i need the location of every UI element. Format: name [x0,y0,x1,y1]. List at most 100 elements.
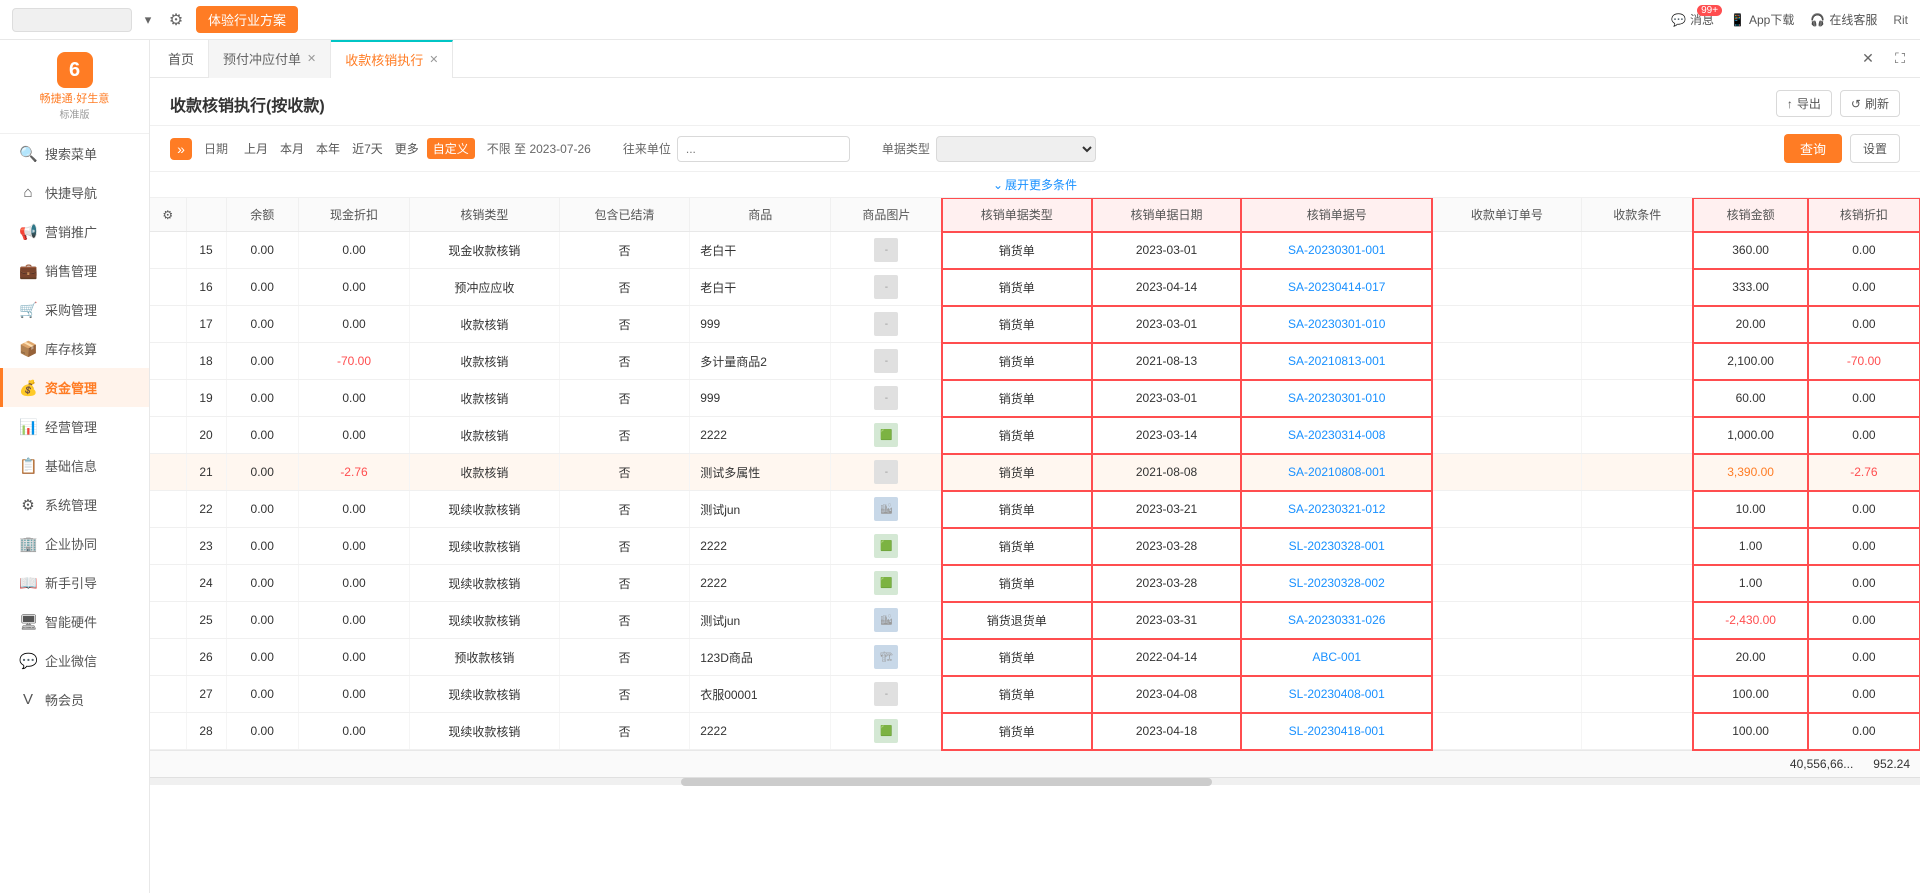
company-selector[interactable] [12,8,132,32]
table-row: 20 0.00 0.00 收款核销 否 2222 🟩 销货单 2023-03-1… [150,417,1920,454]
settings-icon[interactable]: ⚙ [164,8,188,32]
sidebar-item-quick-nav[interactable]: ⌂ 快捷导航 [0,173,149,212]
tab-collection-close[interactable]: ✕ [429,53,438,66]
sidebar-item-sales[interactable]: 💼 销售管理 [0,251,149,290]
td-voucher-no[interactable]: SA-20230321-012 [1241,491,1432,528]
industry-btn[interactable]: 体验行业方案 [196,6,298,33]
td-voucher-no[interactable]: SA-20210808-001 [1241,454,1432,491]
table-row: 22 0.00 0.00 现续收款核销 否 测试jun 🏙 销货单 2023-0… [150,491,1920,528]
td-goods-img: - [831,306,942,343]
voucher-no-link[interactable]: SA-20230301-001 [1288,243,1385,257]
voucher-no-link[interactable]: SA-20230321-012 [1288,502,1385,516]
sidebar-item-label: 经营管理 [45,417,97,436]
table-row: 15 0.00 0.00 现金收款核销 否 老白干 - 销货单 2023-03-… [150,232,1920,269]
query-btn[interactable]: 查询 [1784,134,1842,163]
date-range-text: 不限 至 2023-07-26 [487,140,591,157]
voucher-no-link[interactable]: SL-20230328-001 [1289,539,1385,553]
td-voucher-no[interactable]: SA-20230331-026 [1241,602,1432,639]
th-settings[interactable]: ⚙ [150,198,186,232]
td-settings [150,343,186,380]
sidebar-item-system[interactable]: ⚙ 系统管理 [0,485,149,524]
tab-prepay[interactable]: 预付冲应付单 ✕ [209,40,331,78]
tab-close-all-icon[interactable]: ✕ [1856,47,1880,71]
td-goods-img: 🏗 [831,639,942,676]
filter-bar: » 日期 上月 本月 本年 近7天 更多 自定义 不限 至 2023-07-26… [150,126,1920,172]
sidebar-item-hardware[interactable]: 🖥 智能硬件 [0,602,149,641]
voucher-no-link[interactable]: SL-20230418-001 [1289,724,1385,738]
user-info[interactable]: Rit [1893,13,1908,27]
table-container[interactable]: ⚙ 余额 现金折扣 核销类型 包含已结清 商品 商品图片 核销单据类型 核销单据… [150,198,1920,893]
td-writeoff-type: 现续收款核销 [410,565,560,602]
voucher-no-link[interactable]: SL-20230408-001 [1289,687,1385,701]
voucher-no-link[interactable]: SA-20210808-001 [1288,465,1385,479]
voucher-no-link[interactable]: SA-20230314-008 [1288,428,1385,442]
message-btn[interactable]: 💬 消息 99+ [1671,11,1714,28]
goods-img: 🏙 [874,497,898,521]
counterparty-input[interactable] [677,136,850,162]
voucher-no-link[interactable]: SA-20210813-001 [1288,354,1385,368]
date-last-month[interactable]: 上月 [240,138,272,159]
sidebar-item-purchase[interactable]: 🛒 采购管理 [0,290,149,329]
td-voucher-no[interactable]: SL-20230328-002 [1241,565,1432,602]
filter-expand-btn[interactable]: » [170,138,192,160]
refresh-btn[interactable]: ↺ 刷新 [1840,90,1900,117]
horizontal-scrollbar[interactable] [150,777,1920,785]
td-voucher-no[interactable]: SA-20230314-008 [1241,417,1432,454]
sidebar-item-inventory[interactable]: 📦 库存核算 [0,329,149,368]
sidebar-item-basic[interactable]: 📋 基础信息 [0,446,149,485]
tab-collection[interactable]: 收款核销执行 ✕ [331,40,453,78]
service-btn[interactable]: 🎧 在线客服 [1810,11,1877,28]
voucher-no-link[interactable]: ABC-001 [1312,650,1361,664]
sidebar-item-label: 系统管理 [45,495,97,514]
td-writeoff-type: 收款核销 [410,343,560,380]
setting-btn[interactable]: 设置 [1850,134,1900,163]
td-voucher-no[interactable]: SL-20230408-001 [1241,676,1432,713]
td-balance: 0.00 [226,306,298,343]
td-settings [150,306,186,343]
tab-prepay-close[interactable]: ✕ [307,52,316,65]
sidebar-item-business[interactable]: 📊 经营管理 [0,407,149,446]
th-goods: 商品 [690,198,831,232]
company-dropdown-icon[interactable]: ▾ [140,12,156,28]
sidebar-item-search[interactable]: 🔍 搜索菜单 [0,134,149,173]
td-voucher-no[interactable]: SL-20230328-001 [1241,528,1432,565]
td-voucher-no[interactable]: SA-20210813-001 [1241,343,1432,380]
td-balance: 0.00 [226,565,298,602]
scrollbar-thumb[interactable] [681,778,1212,786]
sidebar-item-wechat[interactable]: 💬 企业微信 [0,641,149,680]
date-custom[interactable]: 自定义 [427,138,475,159]
tab-home[interactable]: 首页 [154,40,209,78]
td-voucher-type: 销货退货单 [942,602,1092,639]
sidebar-item-marketing[interactable]: 📢 营销推广 [0,212,149,251]
sidebar-item-funds[interactable]: 💰 资金管理 [0,368,149,407]
date-this-month[interactable]: 本月 [276,138,308,159]
td-voucher-no[interactable]: SA-20230301-001 [1241,232,1432,269]
voucher-type-select[interactable] [936,136,1096,162]
voucher-no-link[interactable]: SA-20230301-010 [1288,391,1385,405]
writeoff-discount-total: 952.24 [1873,757,1910,771]
voucher-no-link[interactable]: SA-20230301-010 [1288,317,1385,331]
voucher-no-link[interactable]: SA-20230331-026 [1288,613,1385,627]
column-settings-icon[interactable]: ⚙ [162,208,173,222]
td-goods-img: 🟩 [831,713,942,750]
td-voucher-no[interactable]: SA-20230414-017 [1241,269,1432,306]
sidebar-item-enterprise[interactable]: 🏢 企业协同 [0,524,149,563]
export-btn[interactable]: ↑ 导出 [1776,90,1832,117]
td-voucher-no[interactable]: SL-20230418-001 [1241,713,1432,750]
td-include-settled: 否 [559,528,689,565]
td-voucher-no[interactable]: SA-20230301-010 [1241,306,1432,343]
td-voucher-no[interactable]: ABC-001 [1241,639,1432,676]
voucher-no-link[interactable]: SL-20230328-002 [1289,576,1385,590]
sidebar-item-member[interactable]: V 畅会员 [0,680,149,719]
tab-expand-icon[interactable]: ⛶ [1888,47,1912,71]
app-download-btn[interactable]: 📱 App下载 [1730,11,1794,28]
td-voucher-no[interactable]: SA-20230301-010 [1241,380,1432,417]
date-7days[interactable]: 近7天 [348,138,387,159]
td-writeoff-discount: 0.00 [1808,306,1919,343]
sidebar-item-guide[interactable]: 📖 新手引导 [0,563,149,602]
voucher-no-link[interactable]: SA-20230414-017 [1288,280,1385,294]
date-this-year[interactable]: 本年 [312,138,344,159]
date-more[interactable]: 更多 [391,138,423,159]
date-range-display: 不限 至 2023-07-26 [487,140,591,157]
expand-more-btn[interactable]: ⌄ 展开更多条件 [993,176,1077,193]
